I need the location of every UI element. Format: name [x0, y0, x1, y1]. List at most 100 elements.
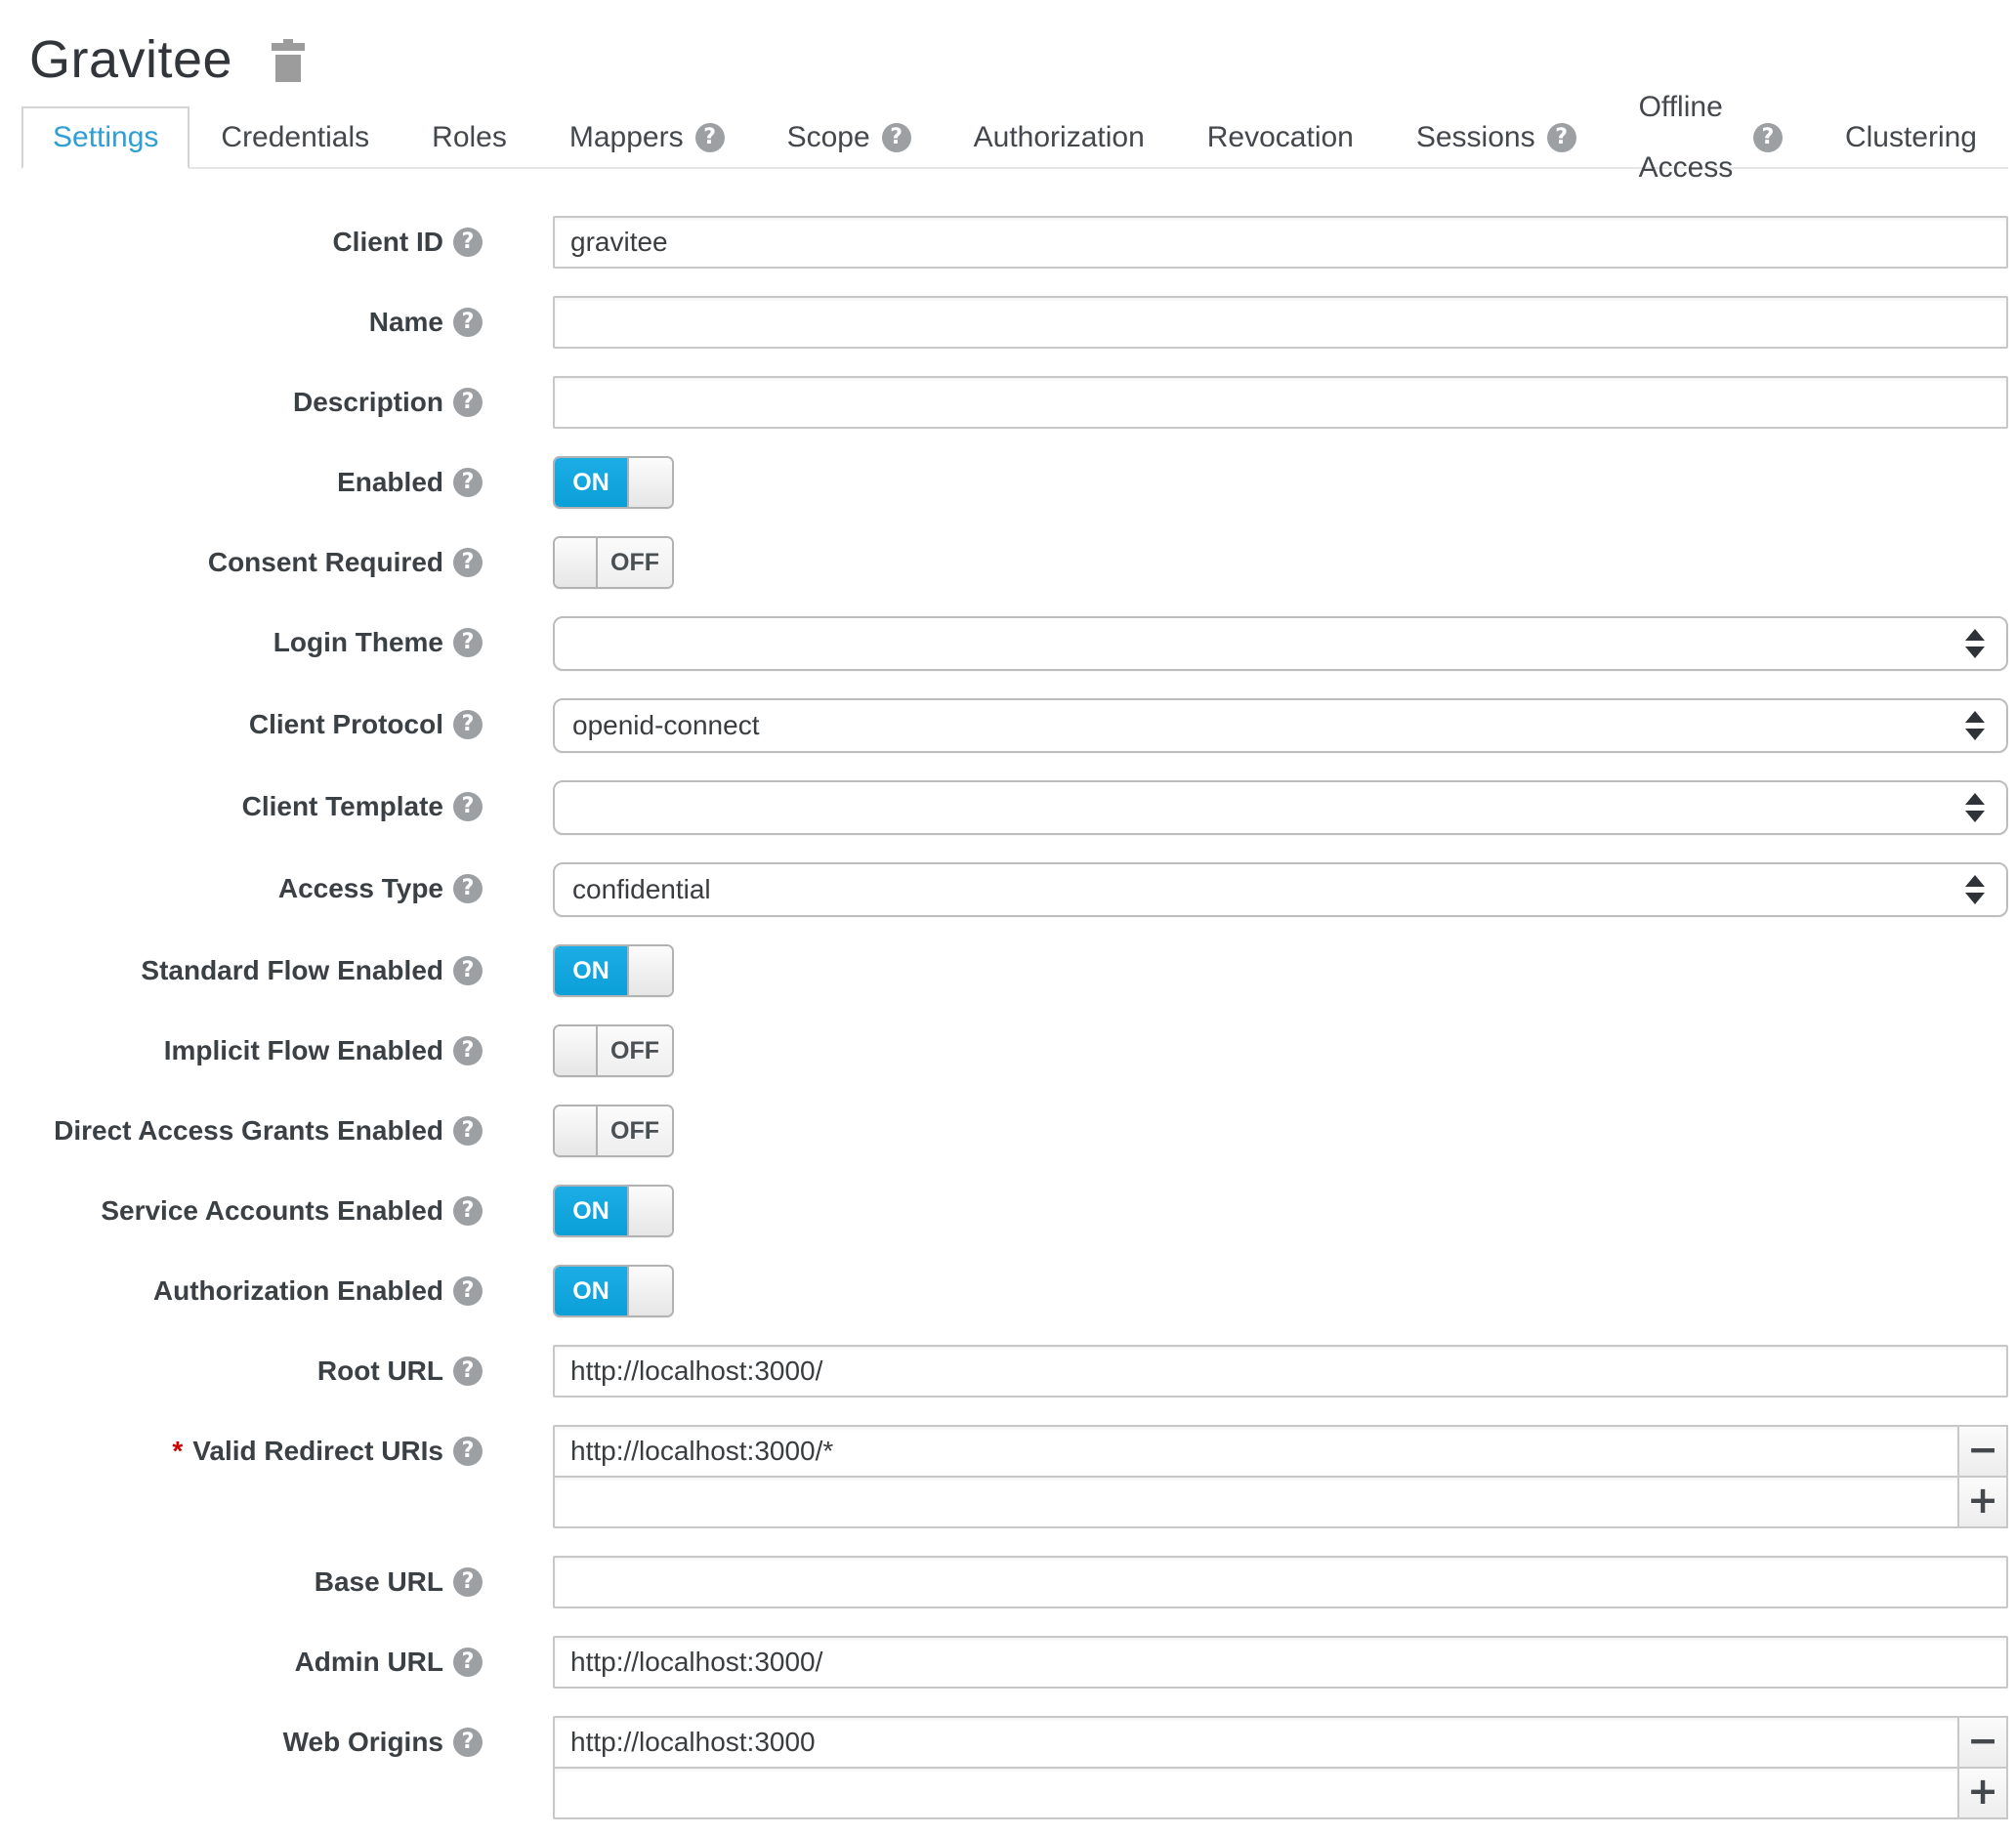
toggle-off-label: OFF [598, 538, 672, 587]
help-icon[interactable]: ? [453, 1196, 483, 1226]
toggle-knob [555, 1026, 598, 1075]
help-icon[interactable]: ? [453, 956, 483, 985]
tab-roles[interactable]: Roles [400, 106, 538, 169]
label-cell: Client ID? [21, 216, 483, 258]
tab-sessions[interactable]: Sessions? [1385, 106, 1608, 169]
help-icon[interactable]: ? [695, 123, 725, 152]
label-cell: Access Type? [21, 862, 483, 904]
tab-scope[interactable]: Scope? [756, 106, 943, 169]
field-label-base-url: Base URL [315, 1566, 443, 1598]
name-input[interactable] [553, 296, 2008, 349]
tab-revocation[interactable]: Revocation [1176, 106, 1385, 169]
help-icon[interactable]: ? [453, 388, 483, 417]
help-icon[interactable]: ? [1753, 123, 1783, 152]
help-icon[interactable]: ? [453, 874, 483, 903]
label-cell: Description? [21, 376, 483, 418]
help-icon[interactable]: ? [453, 1276, 483, 1306]
login-theme-select[interactable] [553, 616, 2008, 671]
tab-label: Credentials [221, 107, 369, 168]
tab-label: Clustering [1845, 107, 1977, 168]
consent-required-toggle[interactable]: OFF [553, 536, 674, 589]
add-web-origins-button[interactable]: + [1957, 1767, 2008, 1819]
minus-icon: − [1967, 1722, 1998, 1759]
remove-web-origins-button[interactable]: − [1957, 1716, 2008, 1769]
input-cell: −+ [553, 1716, 2008, 1819]
description-input[interactable] [553, 376, 2008, 429]
tab-authorization[interactable]: Authorization [943, 106, 1176, 169]
direct-access-grants-enabled-toggle[interactable]: OFF [553, 1105, 674, 1157]
delete-client-button[interactable] [272, 39, 305, 85]
help-icon[interactable]: ? [453, 548, 483, 577]
valid-redirect-uris-input-0[interactable] [553, 1425, 1959, 1478]
help-icon[interactable]: ? [453, 308, 483, 337]
standard-flow-enabled-toggle[interactable]: ON [553, 944, 674, 997]
arrow-up-icon [1965, 711, 1985, 723]
field-label-consent-required: Consent Required [208, 547, 443, 578]
label-cell: Root URL? [21, 1345, 483, 1387]
client-template-select[interactable] [553, 780, 2008, 835]
select-arrows-icon [1965, 629, 1985, 658]
client-id-input[interactable] [553, 216, 2008, 269]
arrow-down-icon [1965, 811, 1985, 822]
select-arrows-icon [1965, 793, 1985, 822]
field-label-name: Name [369, 307, 443, 338]
help-icon[interactable]: ? [453, 468, 483, 497]
required-asterisk: * [172, 1436, 183, 1467]
root-url-input[interactable] [553, 1345, 2008, 1398]
enabled-toggle[interactable]: ON [553, 456, 674, 509]
multivalue-row: + [553, 1476, 2008, 1528]
help-icon[interactable]: ? [453, 1567, 483, 1597]
help-icon[interactable]: ? [453, 1116, 483, 1146]
help-icon[interactable]: ? [453, 1648, 483, 1677]
help-icon[interactable]: ? [1547, 123, 1576, 152]
help-icon[interactable]: ? [453, 1036, 483, 1065]
tab-offline-access[interactable]: Offline Access? [1608, 106, 1814, 169]
field-label-description: Description [293, 387, 443, 418]
tab-credentials[interactable]: Credentials [189, 106, 400, 169]
label-cell: Login Theme? [21, 616, 483, 658]
toggle-knob [627, 1267, 672, 1315]
help-icon[interactable]: ? [453, 228, 483, 257]
access-type-select[interactable]: confidential [553, 862, 2008, 917]
help-icon[interactable]: ? [453, 710, 483, 739]
valid-redirect-uris-input-1[interactable] [553, 1476, 1959, 1528]
tab-label: Roles [432, 107, 507, 168]
input-cell: openid-connect [553, 698, 2008, 753]
remove-valid-redirect-uris-button[interactable]: − [1957, 1425, 2008, 1478]
help-icon[interactable]: ? [453, 628, 483, 657]
plus-icon: + [1967, 1481, 1998, 1519]
tab-settings[interactable]: Settings [21, 106, 189, 169]
field-label-login-theme: Login Theme [273, 627, 443, 658]
help-icon[interactable]: ? [453, 792, 483, 821]
add-valid-redirect-uris-button[interactable]: + [1957, 1476, 2008, 1528]
base-url-input[interactable] [553, 1556, 2008, 1608]
form-row-client-template: Client Template? [21, 780, 2008, 835]
form-row-implicit-flow-enabled: Implicit Flow Enabled?OFF [21, 1024, 2008, 1077]
input-cell [553, 296, 2008, 349]
tab-clustering[interactable]: Clustering [1814, 106, 2008, 169]
toggle-off-label: OFF [598, 1106, 672, 1155]
implicit-flow-enabled-toggle[interactable]: OFF [553, 1024, 674, 1077]
form-row-client-protocol: Client Protocol?openid-connect [21, 698, 2008, 753]
input-cell: ON [553, 1265, 2008, 1317]
help-icon[interactable]: ? [453, 1437, 483, 1466]
input-cell: −+ [553, 1425, 2008, 1528]
help-icon[interactable]: ? [453, 1728, 483, 1757]
label-cell: Standard Flow Enabled? [21, 944, 483, 986]
form-row-enabled: Enabled?ON [21, 456, 2008, 509]
service-accounts-enabled-toggle[interactable]: ON [553, 1185, 674, 1237]
help-icon[interactable]: ? [882, 123, 911, 152]
label-cell: Service Accounts Enabled? [21, 1185, 483, 1227]
admin-url-input[interactable] [553, 1636, 2008, 1689]
label-cell: Web Origins? [21, 1716, 483, 1758]
tab-label: Mappers [569, 107, 684, 168]
client-protocol-select[interactable]: openid-connect [553, 698, 2008, 753]
web-origins-input-1[interactable] [553, 1767, 1959, 1819]
web-origins-input-0[interactable] [553, 1716, 1959, 1769]
authorization-enabled-toggle[interactable]: ON [553, 1265, 674, 1317]
tab-mappers[interactable]: Mappers? [538, 106, 756, 169]
arrow-up-icon [1965, 793, 1985, 805]
input-cell [553, 1345, 2008, 1398]
help-icon[interactable]: ? [453, 1356, 483, 1386]
input-cell: confidential [553, 862, 2008, 917]
